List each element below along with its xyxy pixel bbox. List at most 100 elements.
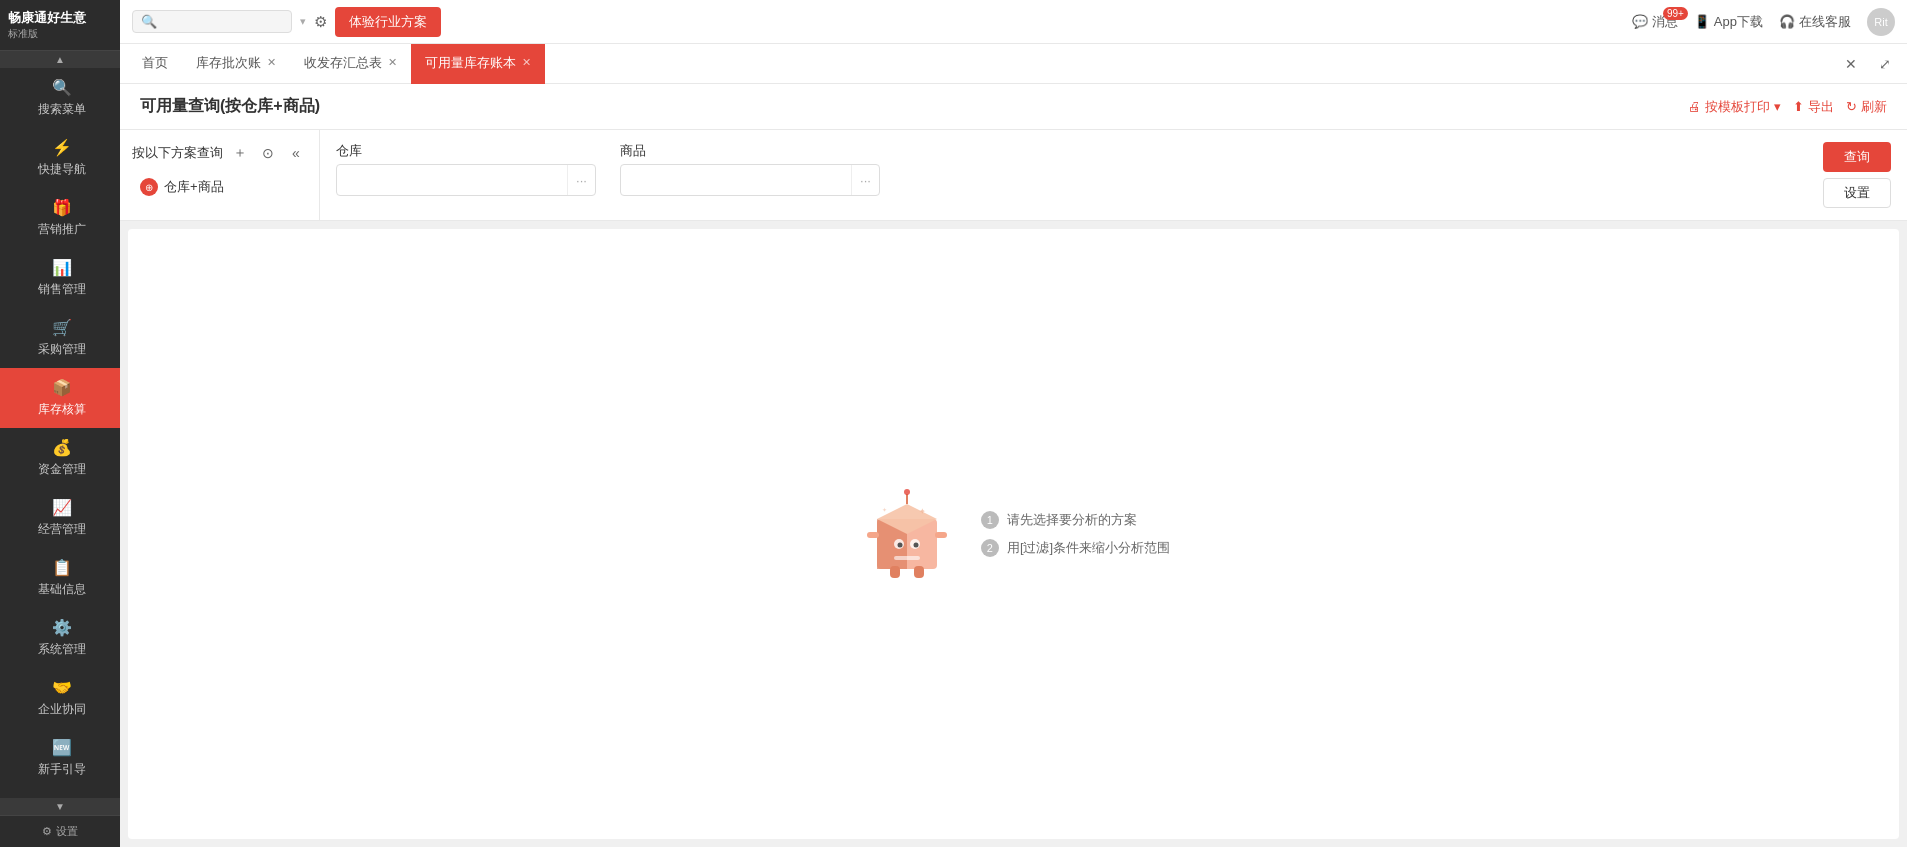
quicknav-icon: ⚡ <box>52 138 72 157</box>
manage-scheme-button[interactable]: ⊙ <box>257 142 279 164</box>
sidebar-scroll-down[interactable]: ▼ <box>0 798 120 815</box>
sidebar-item-search-label: 搜索菜单 <box>38 101 86 118</box>
print-dropdown-icon: ▾ <box>1774 99 1781 114</box>
message-button[interactable]: 💬 消息 99+ <box>1632 13 1678 31</box>
search-icon: 🔍 <box>141 14 157 29</box>
sidebar-item-newuser-label: 新手引导 <box>38 761 86 778</box>
empty-state: ✦ ✦ 1 请先选择要分析的方案 2 用[过滤]条件来缩小分析范围 <box>128 229 1899 839</box>
page-header: 可用量查询(按仓库+商品) 🖨 按模板打印 ▾ ⬆ 导出 ↻ 刷新 <box>120 84 1907 130</box>
sidebar-item-purchase[interactable]: 🛒 采购管理 <box>0 308 120 368</box>
sidebar-item-inventory[interactable]: 📦 库存核算 <box>0 368 120 428</box>
export-label: 导出 <box>1808 98 1834 116</box>
print-icon: 🖨 <box>1688 99 1701 114</box>
sidebar-item-marketing[interactable]: 🎁 营销推广 <box>0 188 120 248</box>
sidebar-item-newuser[interactable]: 🆕 新手引导 <box>0 728 120 788</box>
refresh-icon: ↻ <box>1846 99 1857 114</box>
collapse-scheme-button[interactable]: « <box>285 142 307 164</box>
search-dropdown-icon[interactable]: ▾ <box>300 15 306 28</box>
empty-tips: 1 请先选择要分析的方案 2 用[过滤]条件来缩小分析范围 <box>981 511 1170 557</box>
online-service-icon: 🎧 <box>1779 14 1795 29</box>
query-warehouse-input[interactable] <box>337 173 567 188</box>
sidebar-item-basic-label: 基础信息 <box>38 581 86 598</box>
page-header-actions: 🖨 按模板打印 ▾ ⬆ 导出 ↻ 刷新 <box>1688 98 1887 116</box>
tab-stock-summary[interactable]: 收发存汇总表 ✕ <box>290 44 411 84</box>
avatar[interactable]: Rit <box>1867 8 1895 36</box>
sidebar-item-operations-label: 经营管理 <box>38 521 86 538</box>
scheme-item-warehouse-goods[interactable]: ⊕ 仓库+商品 <box>132 172 307 202</box>
query-submit-button[interactable]: 查询 <box>1823 142 1891 172</box>
query-fields-panel: 仓库 ··· 商品 ··· 查询 <box>320 130 1907 220</box>
message-badge: 99+ <box>1663 7 1688 20</box>
svg-rect-10 <box>867 532 879 538</box>
avatar-text: Rit <box>1874 16 1887 28</box>
sidebar-item-inventory-label: 库存核算 <box>38 401 86 418</box>
industry-solution-button[interactable]: 体验行业方案 <box>335 7 441 37</box>
sidebar-items: 🔍 搜索菜单 ⚡ 快捷导航 🎁 营销推广 📊 销售管理 🛒 采购管理 📦 库存核… <box>0 68 120 798</box>
operations-icon: 📈 <box>52 498 72 517</box>
svg-point-6 <box>913 543 918 548</box>
sidebar-item-quicknav[interactable]: ⚡ 快捷导航 <box>0 128 120 188</box>
online-service-label: 在线客服 <box>1799 13 1851 31</box>
tab-home[interactable]: 首页 <box>128 44 182 84</box>
export-icon: ⬆ <box>1793 99 1804 114</box>
print-button[interactable]: 🖨 按模板打印 ▾ <box>1688 98 1781 116</box>
marketing-icon: 🎁 <box>52 198 72 217</box>
topbar-right: 💬 消息 99+ 📱 App下载 🎧 在线客服 Rit <box>1632 8 1895 36</box>
query-action-buttons: 查询 设置 <box>1823 142 1891 208</box>
search-menu-icon: 🔍 <box>52 78 72 97</box>
logo-sub: 标准版 <box>8 27 112 40</box>
sidebar-item-finance-label: 资金管理 <box>38 461 86 478</box>
logo-name: 畅康通好生意 <box>8 10 112 27</box>
topbar-search-box[interactable]: 🔍 <box>132 10 292 33</box>
export-button[interactable]: ⬆ 导出 <box>1793 98 1834 116</box>
query-goods-input-wrap: ··· <box>620 164 880 196</box>
tab-available-stock-close[interactable]: ✕ <box>522 56 531 69</box>
sidebar-scroll-up[interactable]: ▲ <box>0 51 120 68</box>
query-goods-more-button[interactable]: ··· <box>851 165 879 195</box>
tab-batch-ledger[interactable]: 库存批次账 ✕ <box>182 44 290 84</box>
tab-expand-button[interactable]: ⤢ <box>1871 50 1899 78</box>
query-warehouse-more-button[interactable]: ··· <box>567 165 595 195</box>
sidebar-item-operations[interactable]: 📈 经营管理 <box>0 488 120 548</box>
inventory-icon: 📦 <box>52 378 72 397</box>
query-scheme-title: 按以下方案查询 <box>132 144 223 162</box>
page-title: 可用量查询(按仓库+商品) <box>140 96 320 117</box>
scheme-item-icon: ⊕ <box>140 178 158 196</box>
query-goods-label: 商品 <box>620 142 880 160</box>
query-field-goods: 商品 ··· <box>620 142 880 196</box>
sidebar-item-finance[interactable]: 💰 资金管理 <box>0 428 120 488</box>
tip-text-2: 用[过滤]条件来缩小分析范围 <box>1007 539 1170 557</box>
tabs-bar: 首页 库存批次账 ✕ 收发存汇总表 ✕ 可用量库存账本 ✕ ✕ ⤢ <box>120 44 1907 84</box>
query-warehouse-label: 仓库 <box>336 142 596 160</box>
tab-available-stock-label: 可用量库存账本 <box>425 54 516 72</box>
svg-rect-12 <box>890 566 900 578</box>
settings-gear-icon[interactable]: ⚙ <box>314 13 327 31</box>
query-setting-button[interactable]: 设置 <box>1823 178 1891 208</box>
tab-batch-ledger-close[interactable]: ✕ <box>267 56 276 69</box>
sidebar-item-enterprise-label: 企业协同 <box>38 701 86 718</box>
tip-num-1: 1 <box>981 511 999 529</box>
sidebar-item-appcenter[interactable]: 🖥️ 应用中心 <box>0 788 120 798</box>
tab-stock-summary-close[interactable]: ✕ <box>388 56 397 69</box>
finance-icon: 💰 <box>52 438 72 457</box>
online-service-button[interactable]: 🎧 在线客服 <box>1779 13 1851 31</box>
sidebar-item-quicknav-label: 快捷导航 <box>38 161 86 178</box>
sidebar-item-search[interactable]: 🔍 搜索菜单 <box>0 68 120 128</box>
add-scheme-button[interactable]: ＋ <box>229 142 251 164</box>
refresh-button[interactable]: ↻ 刷新 <box>1846 98 1887 116</box>
tab-stock-summary-label: 收发存汇总表 <box>304 54 382 72</box>
tab-available-stock[interactable]: 可用量库存账本 ✕ <box>411 44 545 84</box>
svg-rect-13 <box>914 566 924 578</box>
app-download-button[interactable]: 📱 App下载 <box>1694 13 1763 31</box>
sidebar-item-system[interactable]: ⚙️ 系统管理 <box>0 608 120 668</box>
tabs-right-actions: ✕ ⤢ <box>1837 50 1899 78</box>
sidebar-item-sales[interactable]: 📊 销售管理 <box>0 248 120 308</box>
query-goods-input[interactable] <box>621 173 851 188</box>
sidebar-item-basic[interactable]: 📋 基础信息 <box>0 548 120 608</box>
sidebar-item-purchase-label: 采购管理 <box>38 341 86 358</box>
svg-rect-11 <box>935 532 947 538</box>
sidebar-item-enterprise[interactable]: 🤝 企业协同 <box>0 668 120 728</box>
sidebar-item-system-label: 系统管理 <box>38 641 86 658</box>
search-input[interactable] <box>161 15 283 29</box>
tab-close-all-button[interactable]: ✕ <box>1837 50 1865 78</box>
